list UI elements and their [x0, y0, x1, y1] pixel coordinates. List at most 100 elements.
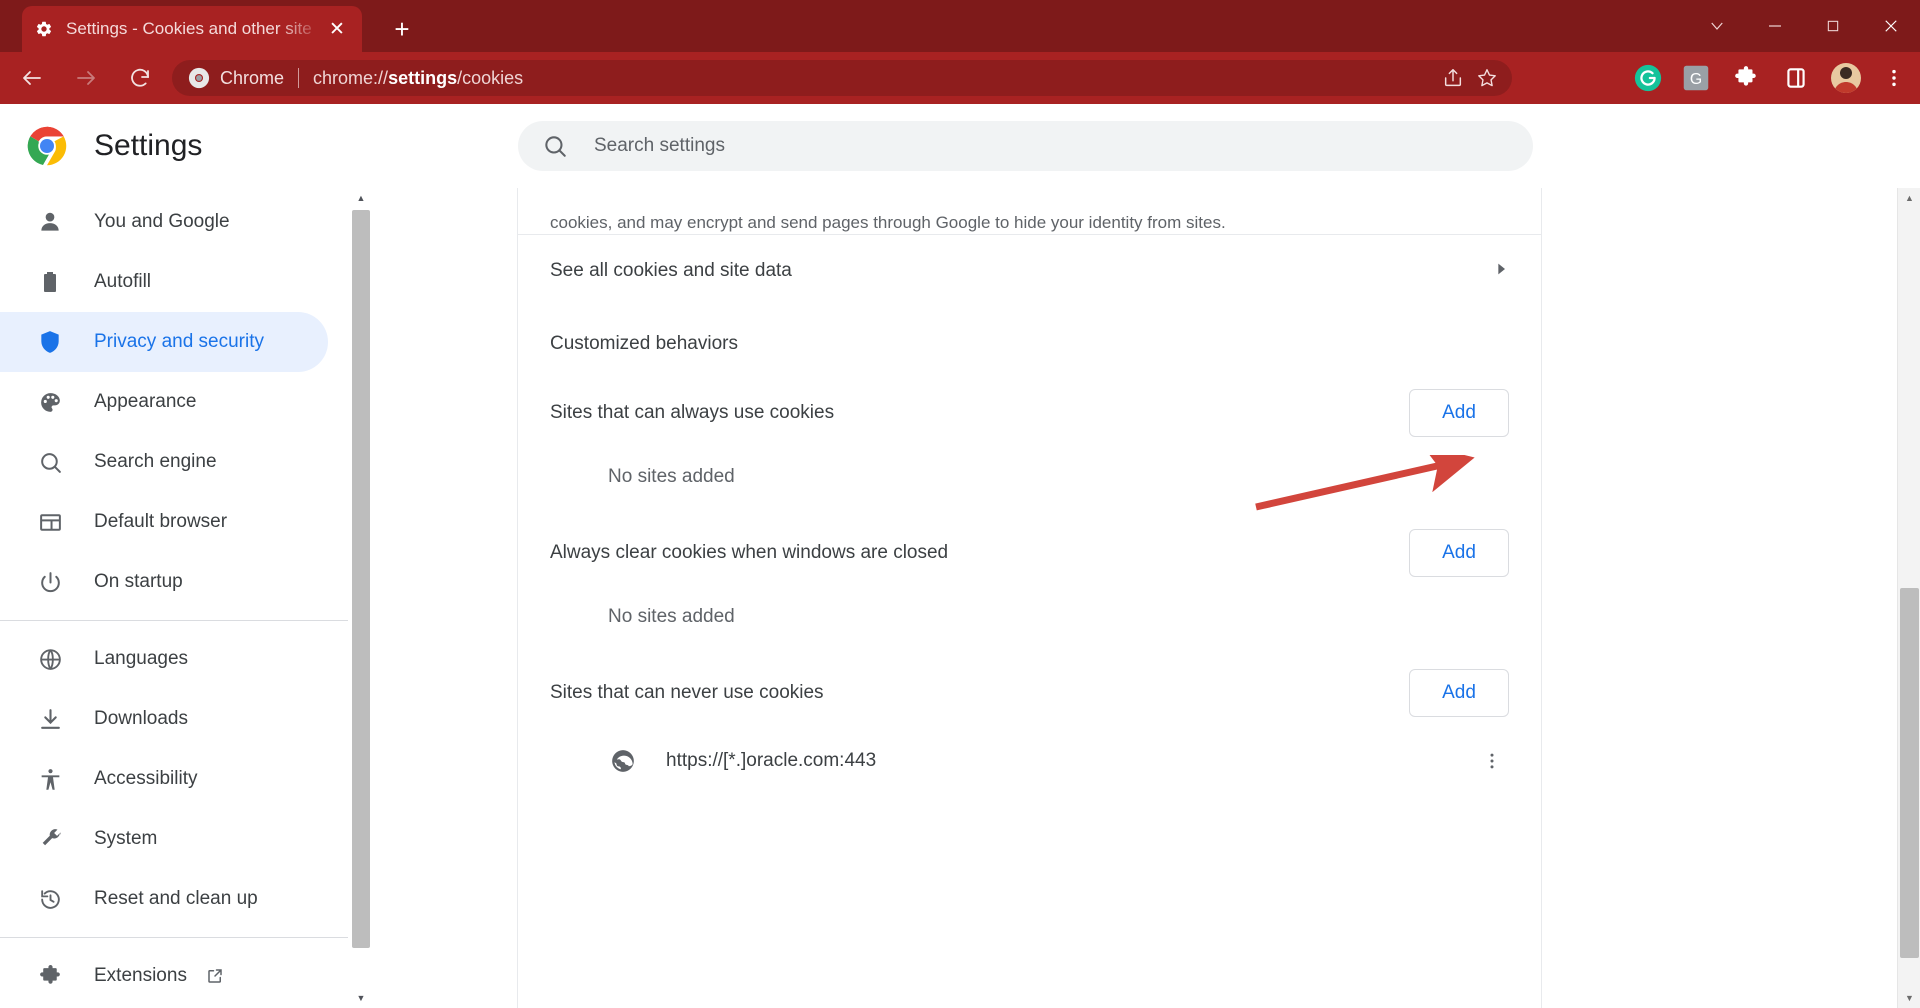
sidebar-item-appearance[interactable]: Appearance	[0, 372, 328, 432]
history-restore-icon	[36, 885, 64, 913]
sidebar-item-label: System	[94, 828, 158, 849]
forward-arrow-icon[interactable]	[64, 56, 108, 100]
sidebar-item-on-startup[interactable]: On startup	[0, 552, 328, 612]
settings-search-box[interactable]	[518, 121, 1533, 171]
sidebar-item-label: Extensions	[94, 965, 187, 986]
settings-content: cookies, and may encrypt and send pages …	[372, 188, 1897, 1008]
url-bold: settings	[388, 67, 458, 88]
behavior-label: Sites that can always use cookies	[550, 402, 835, 423]
browser-tab[interactable]: Settings - Cookies and other site ✕	[22, 6, 362, 52]
three-dot-menu-icon[interactable]	[1876, 60, 1912, 96]
sidebar-item-label: Languages	[94, 648, 189, 669]
sidebar-item-reset-and-clean-up[interactable]: Reset and clean up	[0, 869, 328, 929]
maximize-button[interactable]	[1804, 0, 1862, 52]
cookies-settings-card: cookies, and may encrypt and send pages …	[517, 188, 1542, 1008]
add-button-always-use[interactable]: Add	[1409, 389, 1509, 437]
chrome-logo	[26, 125, 68, 167]
omnibox-divider	[298, 68, 300, 88]
accessibility-icon	[36, 765, 64, 793]
power-icon	[36, 568, 64, 596]
page-scrollbar[interactable]: ▲ ▼	[1897, 188, 1920, 1008]
new-tab-button[interactable]: +	[385, 12, 419, 46]
external-link-icon	[205, 966, 225, 986]
clipped-description: cookies, and may encrypt and send pages …	[518, 188, 1541, 234]
sidebar-divider	[0, 937, 348, 938]
see-all-cookies-row[interactable]: See all cookies and site data	[518, 235, 1541, 307]
scroll-down-arrow-icon[interactable]: ▼	[1898, 988, 1920, 1008]
close-window-button[interactable]	[1862, 0, 1920, 52]
sidebar-item-system[interactable]: System	[0, 809, 328, 869]
sidebar-item-label: Accessibility	[94, 768, 198, 789]
svg-text:G: G	[1690, 71, 1702, 88]
search-icon	[542, 133, 568, 159]
share-icon[interactable]	[1436, 61, 1470, 95]
sidebar-divider	[0, 620, 348, 621]
description-line: cookies, and may encrypt and send pages …	[550, 213, 1226, 232]
url-suffix: /cookies	[457, 67, 524, 88]
site-list-item[interactable]: https://[*.]oracle.com:443	[518, 725, 1541, 797]
settings-sidebar: You and Google Autofill Privacy and secu…	[0, 188, 348, 1008]
clipboard-icon	[36, 268, 64, 296]
google-extension-icon[interactable]: G	[1678, 60, 1714, 96]
shield-icon	[36, 328, 64, 356]
sidebar-item-label: Search engine	[94, 451, 217, 472]
sidebar-item-autofill[interactable]: Autofill	[0, 252, 328, 312]
empty-note-clear-on-close: No sites added	[608, 606, 735, 627]
scroll-down-arrow-icon[interactable]: ▼	[350, 988, 372, 1008]
see-all-cookies-label: See all cookies and site data	[550, 260, 792, 281]
site-url: https://[*.]oracle.com:443	[666, 750, 877, 771]
behavior-label: Sites that can never use cookies	[550, 682, 824, 703]
star-icon[interactable]	[1470, 61, 1504, 95]
behavior-label: Always clear cookies when windows are cl…	[550, 542, 949, 563]
scrollbar-thumb[interactable]	[352, 210, 370, 948]
sidebar-item-extensions[interactable]: Extensions	[0, 946, 328, 1006]
wrench-icon	[36, 825, 64, 853]
browser-window-icon	[36, 508, 64, 536]
reload-icon[interactable]	[118, 56, 162, 100]
sidebar-item-privacy-and-security[interactable]: Privacy and security	[0, 312, 328, 372]
settings-body: You and Google Autofill Privacy and secu…	[0, 188, 1920, 1008]
sidebar-item-search-engine[interactable]: Search engine	[0, 432, 328, 492]
sidebar-item-label: Reset and clean up	[94, 888, 258, 909]
omnibox-brand: Chrome	[220, 67, 285, 88]
address-bar[interactable]: Chrome chrome://settings/cookies	[172, 60, 1512, 96]
sidebar-item-label: Privacy and security	[94, 331, 265, 352]
page-title: Settings	[94, 129, 203, 162]
search-icon	[36, 448, 64, 476]
scroll-up-arrow-icon[interactable]: ▲	[1898, 188, 1920, 208]
sidebar-item-default-browser[interactable]: Default browser	[0, 492, 328, 552]
sidebar-item-label: Appearance	[94, 391, 197, 412]
customized-behaviors-heading: Customized behaviors	[550, 333, 738, 354]
three-dot-menu-icon[interactable]	[1475, 744, 1509, 778]
add-button-never-use[interactable]: Add	[1409, 669, 1509, 717]
sidebar-item-label: You and Google	[94, 211, 230, 232]
search-input[interactable]	[594, 135, 1533, 157]
minimize-button[interactable]	[1746, 0, 1804, 52]
behavior-row-always-use: Sites that can always use cookies Add	[518, 381, 1541, 445]
sidebar-item-you-and-google[interactable]: You and Google	[0, 192, 328, 252]
sidebar-item-accessibility[interactable]: Accessibility	[0, 749, 328, 809]
extensions-puzzle-icon[interactable]	[1728, 60, 1764, 96]
sidebar-item-downloads[interactable]: Downloads	[0, 689, 328, 749]
sidebar-item-label: On startup	[94, 571, 183, 592]
chevron-right-icon	[1493, 261, 1509, 281]
scrollbar-thumb[interactable]	[1900, 588, 1919, 958]
sidebar-scrollbar[interactable]: ▲ ▼	[350, 188, 372, 1008]
grammarly-extension-icon[interactable]	[1630, 60, 1666, 96]
gear-icon	[34, 19, 54, 39]
person-icon	[36, 208, 64, 236]
empty-note-always-use: No sites added	[608, 466, 735, 487]
tab-search-button[interactable]	[1688, 0, 1746, 52]
chrome-icon	[186, 65, 212, 91]
profile-avatar[interactable]	[1828, 60, 1864, 96]
close-icon[interactable]: ✕	[324, 16, 350, 42]
sidebar-item-languages[interactable]: Languages	[0, 629, 328, 689]
globe-icon	[36, 645, 64, 673]
back-arrow-icon[interactable]	[10, 56, 54, 100]
omnibox-url: chrome://settings/cookies	[313, 68, 523, 89]
behavior-row-clear-on-close: Always clear cookies when windows are cl…	[518, 521, 1541, 585]
add-button-clear-on-close[interactable]: Add	[1409, 529, 1509, 577]
behavior-row-never-use: Sites that can never use cookies Add	[518, 661, 1541, 725]
side-panel-icon[interactable]	[1778, 60, 1814, 96]
scroll-up-arrow-icon[interactable]: ▲	[350, 188, 372, 208]
